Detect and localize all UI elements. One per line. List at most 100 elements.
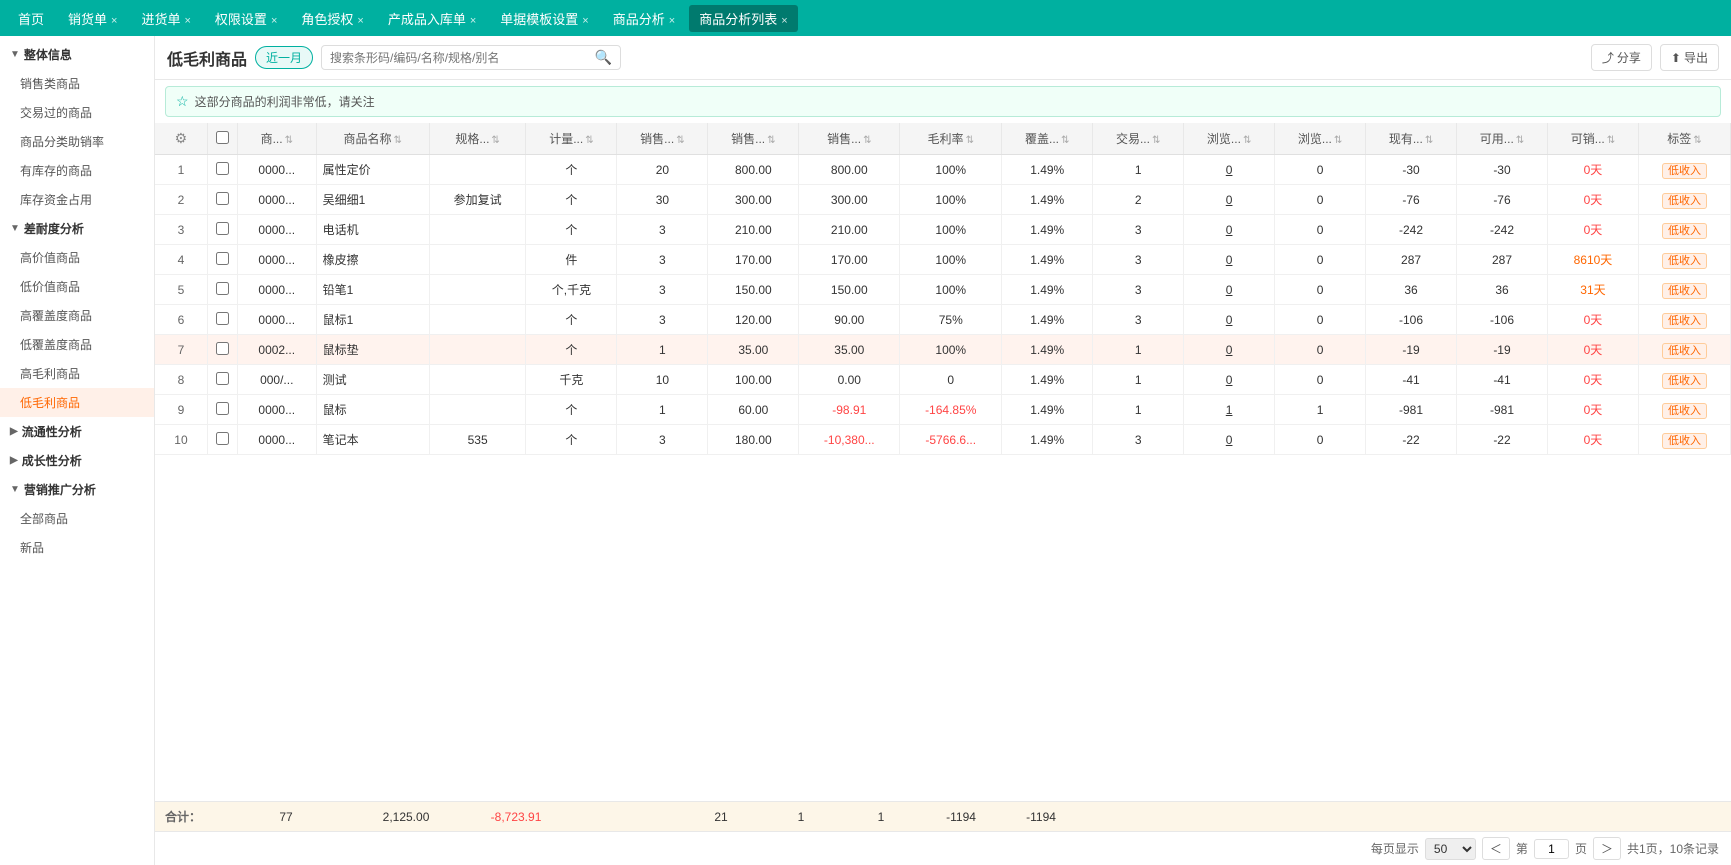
table-row: 60000...鼠标1个3120.0090.0075%1.49%300-106-… xyxy=(155,305,1731,335)
col-header-unit[interactable]: 计量...⇅ xyxy=(526,123,617,155)
row-checkbox[interactable] xyxy=(216,402,229,415)
page-number-input[interactable] xyxy=(1534,839,1569,859)
nav-close-icon[interactable]: × xyxy=(470,15,476,27)
browse1[interactable]: 0 xyxy=(1184,305,1275,335)
browse1[interactable]: 0 xyxy=(1184,245,1275,275)
sidebar-item-销售类商品[interactable]: 销售类商品 xyxy=(0,69,154,98)
nav-close-icon[interactable]: × xyxy=(669,15,675,27)
col-header-sale_profit[interactable]: 销售...⇅ xyxy=(799,123,900,155)
nav-item-进货单[interactable]: 进货单× xyxy=(131,5,200,32)
col-header-gross_margin[interactable]: 毛利率⇅ xyxy=(900,123,1002,155)
export-button[interactable]: ⬆ 导出 xyxy=(1660,44,1719,71)
gross-margin: 75% xyxy=(900,305,1002,335)
available-stock: -19 xyxy=(1457,335,1548,365)
product-unit: 个 xyxy=(526,335,617,365)
row-checkbox[interactable] xyxy=(216,312,229,325)
col-header-browse1[interactable]: 浏览...⇅ xyxy=(1184,123,1275,155)
product-unit: 件 xyxy=(526,245,617,275)
col-header-name[interactable]: 商品名称⇅ xyxy=(316,123,429,155)
col-header-browse2[interactable]: 浏览...⇅ xyxy=(1275,123,1366,155)
nav-item-首页[interactable]: 首页 xyxy=(8,5,54,32)
sidebar-item-低价值商品[interactable]: 低价值商品 xyxy=(0,272,154,301)
nav-close-icon[interactable]: × xyxy=(781,15,787,27)
row-checkbox[interactable] xyxy=(216,372,229,385)
col-header-current_stock[interactable]: 现有...⇅ xyxy=(1366,123,1457,155)
nav-item-商品分析列表[interactable]: 商品分析列表× xyxy=(689,5,797,32)
sidebar-item-高价值商品[interactable]: 高价值商品 xyxy=(0,243,154,272)
browse1[interactable]: 0 xyxy=(1184,185,1275,215)
sidebar-item-商品分类助销率[interactable]: 商品分类助销率 xyxy=(0,127,154,156)
browse1[interactable]: 0 xyxy=(1184,275,1275,305)
sidebar-item-有库存的商品[interactable]: 有库存的商品 xyxy=(0,156,154,185)
row-checkbox[interactable] xyxy=(216,432,229,445)
browse1[interactable]: 1 xyxy=(1184,395,1275,425)
nav-item-商品分析[interactable]: 商品分析× xyxy=(603,5,685,32)
col-header-tag[interactable]: 标签⇅ xyxy=(1638,123,1730,155)
sidebar-item-库存资金占用[interactable]: 库存资金占用 xyxy=(0,185,154,214)
nav-close-icon[interactable]: × xyxy=(111,15,117,27)
browse1[interactable]: 0 xyxy=(1184,215,1275,245)
available-stock: -41 xyxy=(1457,365,1548,395)
share-button[interactable]: ⤴ 分享 xyxy=(1591,44,1652,71)
page-size-select[interactable]: 50 20 100 xyxy=(1425,838,1476,860)
col-header-trade_cnt[interactable]: 交易...⇅ xyxy=(1093,123,1184,155)
nav-item-单据模板设置[interactable]: 单据模板设置× xyxy=(490,5,598,32)
notice-bar: ☆ 这部分商品的利润非常低，请关注 xyxy=(165,86,1721,117)
sidebar-group-差耐度分析[interactable]: ▼差耐度分析 xyxy=(0,214,154,243)
row-num: 6 xyxy=(155,305,207,335)
sidebar-item-低毛利商品[interactable]: 低毛利商品 xyxy=(0,388,154,417)
sale-price: 100.00 xyxy=(708,365,799,395)
nav-item-产成品入库单[interactable]: 产成品入库单× xyxy=(378,5,486,32)
select-all-checkbox[interactable] xyxy=(216,131,229,144)
sidebar-item-高覆盖度商品[interactable]: 高覆盖度商品 xyxy=(0,301,154,330)
sidebar-group-流通性分析[interactable]: ▶流通性分析 xyxy=(0,417,154,446)
browse1[interactable]: 0 xyxy=(1184,335,1275,365)
row-checkbox[interactable] xyxy=(216,252,229,265)
nav-close-icon[interactable]: × xyxy=(582,15,588,27)
product-unit: 个,千克 xyxy=(526,275,617,305)
saleable-days: 0天 xyxy=(1547,185,1638,215)
col-header-sale_qty[interactable]: 销售...⇅ xyxy=(617,123,708,155)
sidebar-item-低覆盖度商品[interactable]: 低覆盖度商品 xyxy=(0,330,154,359)
sale-profit: 170.00 xyxy=(799,245,900,275)
nav-close-icon[interactable]: × xyxy=(357,15,363,27)
row-checkbox[interactable] xyxy=(216,282,229,295)
nav-close-icon[interactable]: × xyxy=(184,15,190,27)
group-arrow-icon: ▼ xyxy=(10,484,20,495)
filter-button[interactable]: 近一月 xyxy=(255,46,313,69)
row-checkbox[interactable] xyxy=(216,342,229,355)
row-checkbox-cell xyxy=(207,245,237,275)
search-input[interactable] xyxy=(330,51,595,65)
sidebar-group-整体信息[interactable]: ▼整体信息 xyxy=(0,40,154,69)
row-checkbox[interactable] xyxy=(216,192,229,205)
total-sale-profit: -8,723.91 xyxy=(461,810,571,824)
col-header-cover_rate[interactable]: 覆盖...⇅ xyxy=(1002,123,1093,155)
prev-page-button[interactable]: ＜ xyxy=(1482,837,1510,860)
sidebar-group-营销推广分析[interactable]: ▼营销推广分析 xyxy=(0,475,154,504)
col-header-saleable[interactable]: 可销...⇅ xyxy=(1547,123,1638,155)
next-page-button[interactable]: ＞ xyxy=(1593,837,1621,860)
available-stock: -242 xyxy=(1457,215,1548,245)
browse1[interactable]: 0 xyxy=(1184,425,1275,455)
nav-item-权限设置[interactable]: 权限设置× xyxy=(205,5,287,32)
sidebar-group-成长性分析[interactable]: ▶成长性分析 xyxy=(0,446,154,475)
row-checkbox[interactable] xyxy=(216,162,229,175)
browse1[interactable]: 0 xyxy=(1184,155,1275,185)
sidebar-item-新品[interactable]: 新品 xyxy=(0,533,154,562)
gross-margin: 100% xyxy=(900,215,1002,245)
col-header-code[interactable]: 商...⇅ xyxy=(237,123,316,155)
product-tag: 低收入 xyxy=(1638,305,1730,335)
row-checkbox-cell xyxy=(207,395,237,425)
sidebar-item-全部商品[interactable]: 全部商品 xyxy=(0,504,154,533)
sidebar-item-高毛利商品[interactable]: 高毛利商品 xyxy=(0,359,154,388)
settings-icon[interactable]: ⚙ xyxy=(171,126,192,150)
nav-item-销货单[interactable]: 销货单× xyxy=(58,5,127,32)
sidebar-item-交易过的商品[interactable]: 交易过的商品 xyxy=(0,98,154,127)
nav-close-icon[interactable]: × xyxy=(271,15,277,27)
col-header-sale_price[interactable]: 销售...⇅ xyxy=(708,123,799,155)
row-checkbox[interactable] xyxy=(216,222,229,235)
browse1[interactable]: 0 xyxy=(1184,365,1275,395)
col-header-available[interactable]: 可用...⇅ xyxy=(1457,123,1548,155)
col-header-spec[interactable]: 规格...⇅ xyxy=(429,123,526,155)
nav-item-角色授权[interactable]: 角色授权× xyxy=(291,5,373,32)
